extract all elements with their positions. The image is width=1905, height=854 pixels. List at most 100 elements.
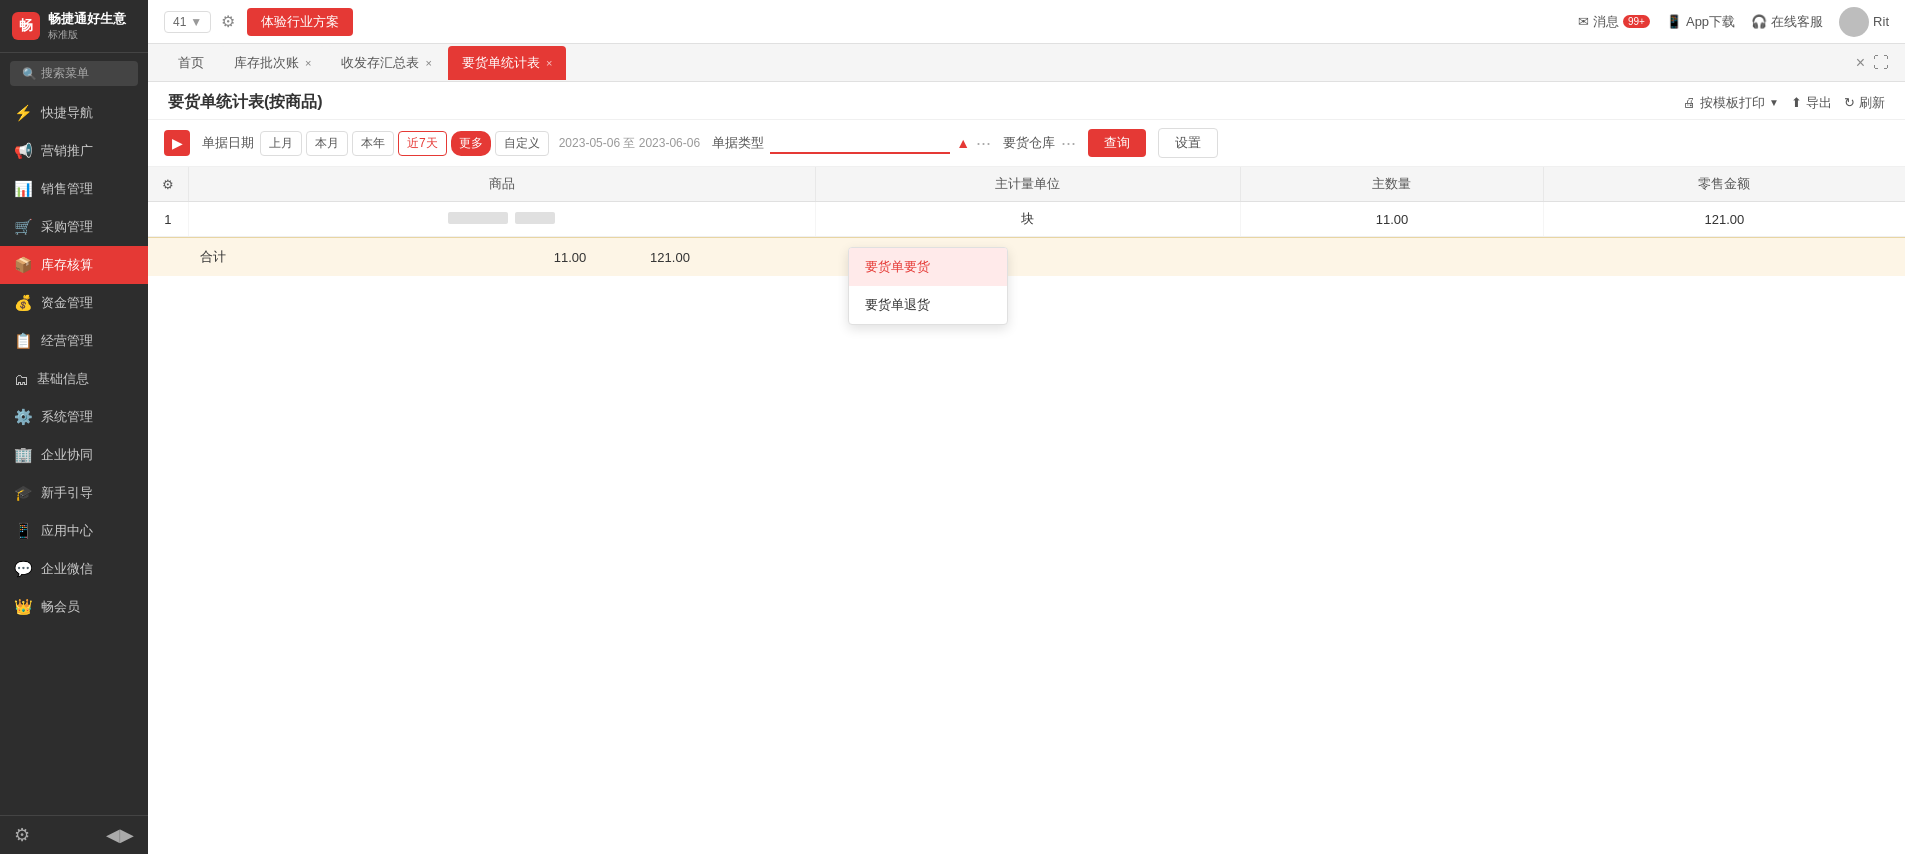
sidebar-item-app[interactable]: 📱 应用中心 xyxy=(0,512,148,550)
message-icon: ✉ xyxy=(1578,14,1589,29)
message-button[interactable]: ✉ 消息 99+ xyxy=(1578,13,1650,31)
filter-settings-button[interactable]: 设置 xyxy=(1158,128,1218,158)
sidebar-item-system[interactable]: ⚙️ 系统管理 xyxy=(0,398,148,436)
tab-close-all-icon[interactable]: × xyxy=(1856,54,1865,72)
export-icon: ⬆ xyxy=(1791,95,1802,110)
filter-date-7days[interactable]: 近7天 xyxy=(398,131,447,156)
page-content: 要货单统计表(按商品) 🖨 按模板打印 ▼ ⬆ 导出 ↻ 刷新 xyxy=(148,82,1905,854)
purchase-icon: 🛒 xyxy=(14,218,33,236)
wechat-icon: 💬 xyxy=(14,560,33,578)
refresh-button[interactable]: ↻ 刷新 xyxy=(1844,94,1885,112)
filter-quick-buttons: 上月 本月 本年 近7天 更多 自定义 xyxy=(260,131,549,156)
sidebar-item-wechat[interactable]: 💬 企业微信 xyxy=(0,550,148,588)
sidebar-item-purchase[interactable]: 🛒 采购管理 xyxy=(0,208,148,246)
page-title: 要货单统计表(按商品) xyxy=(168,92,323,113)
message-badge: 99+ xyxy=(1623,15,1650,28)
sidebar-nav: ⚡ 快捷导航 📢 营销推广 📊 销售管理 🛒 采购管理 📦 库存核算 💰 资金管… xyxy=(0,94,148,815)
filter-bar: ▶ 单据日期 上月 本月 本年 近7天 更多 自定义 2023-05-06 至 … xyxy=(148,119,1905,167)
tab-close-icon[interactable]: × xyxy=(305,57,311,69)
print-button[interactable]: 🖨 按模板打印 ▼ xyxy=(1683,94,1779,112)
sidebar-logo: 畅 xyxy=(12,12,40,40)
tabs-bar: 首页 库存批次账 × 收发存汇总表 × 要货单统计表 × × ⛶ xyxy=(148,44,1905,82)
tab-close-icon[interactable]: × xyxy=(546,57,552,69)
phone-icon: 📱 xyxy=(1666,14,1682,29)
dropdown-item-return[interactable]: 要货单退货 xyxy=(849,286,1007,324)
settings-icon[interactable]: ⚙ xyxy=(14,824,30,846)
sidebar-item-sales[interactable]: 📊 销售管理 xyxy=(0,170,148,208)
export-label: 导出 xyxy=(1806,94,1832,112)
search-icon: 🔍 xyxy=(22,67,37,81)
filter-warehouse-more[interactable]: ··· xyxy=(1061,133,1076,154)
sidebar-item-label: 基础信息 xyxy=(37,370,89,388)
filter-more-button[interactable]: ··· xyxy=(976,133,991,154)
sidebar-item-enterprise[interactable]: 🏢 企业协同 xyxy=(0,436,148,474)
enterprise-icon: 🏢 xyxy=(14,446,33,464)
filter-type-arrow-up[interactable]: ▲ xyxy=(956,135,970,151)
td-amount: 121.00 xyxy=(1543,202,1905,237)
sidebar-item-label: 系统管理 xyxy=(41,408,93,426)
service-button[interactable]: 🎧 在线客服 xyxy=(1751,13,1823,31)
th-unit: 主计量单位 xyxy=(815,167,1241,202)
filter-date-more[interactable]: 更多 xyxy=(451,131,491,156)
filter-type-label: 单据类型 xyxy=(712,134,764,152)
filter-expand-button[interactable]: ▶ xyxy=(164,130,190,156)
guide-icon: 🎓 xyxy=(14,484,33,502)
topbar-right: ✉ 消息 99+ 📱 App下载 🎧 在线客服 Rit xyxy=(1578,7,1889,37)
sidebar-footer: ⚙ ◀▶ xyxy=(0,815,148,854)
sidebar-item-label: 经营管理 xyxy=(41,332,93,350)
tab-receive-summary[interactable]: 收发存汇总表 × xyxy=(327,46,445,80)
maximize-icon[interactable]: ⛶ xyxy=(1873,54,1889,72)
filter-date-custom[interactable]: 自定义 xyxy=(495,131,549,156)
topbar-settings-icon[interactable]: ⚙ xyxy=(221,12,235,31)
message-label: 消息 xyxy=(1593,13,1619,31)
sidebar-item-marketing[interactable]: 📢 营销推广 xyxy=(0,132,148,170)
filter-date-month[interactable]: 本月 xyxy=(306,131,348,156)
sidebar-item-inventory[interactable]: 📦 库存核算 xyxy=(0,246,148,284)
sidebar-item-label: 资金管理 xyxy=(41,294,93,312)
refresh-label: 刷新 xyxy=(1859,94,1885,112)
sidebar-item-label: 库存核算 xyxy=(41,256,93,274)
sidebar-item-basic[interactable]: 🗂 基础信息 xyxy=(0,360,148,398)
tab-current[interactable]: 要货单统计表 × xyxy=(448,46,566,80)
sidebar-search-label: 搜索菜单 xyxy=(41,65,89,82)
footer-amount: 121.00 xyxy=(620,250,720,265)
sidebar-item-finance[interactable]: 💰 资金管理 xyxy=(0,284,148,322)
sidebar-item-shortcut[interactable]: ⚡ 快捷导航 xyxy=(0,94,148,132)
page-actions: 🖨 按模板打印 ▼ ⬆ 导出 ↻ 刷新 xyxy=(1683,94,1885,112)
tab-home[interactable]: 首页 xyxy=(164,46,218,80)
dropdown-item-order[interactable]: 要货单要货 xyxy=(849,248,1007,286)
filter-type-input[interactable] xyxy=(770,133,950,154)
filter-date-range: 2023-05-06 至 2023-06-06 xyxy=(559,135,700,152)
app-download-button[interactable]: 📱 App下载 xyxy=(1666,13,1735,31)
app-label: App下载 xyxy=(1686,13,1735,31)
export-button[interactable]: ⬆ 导出 xyxy=(1791,94,1832,112)
sidebar-search[interactable]: 🔍 搜索菜单 xyxy=(10,61,138,86)
goods-blurred2 xyxy=(515,212,555,224)
user-label: Rit xyxy=(1873,14,1889,29)
filter-date-year[interactable]: 本年 xyxy=(352,131,394,156)
filter-date-up[interactable]: 上月 xyxy=(260,131,302,156)
sidebar-item-guide[interactable]: 🎓 新手引导 xyxy=(0,474,148,512)
sidebar-item-operation[interactable]: 📋 经营管理 xyxy=(0,322,148,360)
tab-home-label: 首页 xyxy=(178,54,204,72)
td-goods xyxy=(188,202,815,237)
topbar-dropdown[interactable]: 41 ▼ xyxy=(164,11,211,33)
th-settings[interactable]: ⚙ xyxy=(148,167,188,202)
footer-label: 合计 xyxy=(200,248,400,266)
collapse-icon[interactable]: ◀▶ xyxy=(106,824,134,846)
td-quantity: 11.00 xyxy=(1241,202,1544,237)
tab-receive-summary-label: 收发存汇总表 xyxy=(341,54,419,72)
app-icon: 📱 xyxy=(14,522,33,540)
tab-inventory-batch[interactable]: 库存批次账 × xyxy=(220,46,325,80)
main-wrapper: 41 ▼ ⚙ 体验行业方案 ✉ 消息 99+ 📱 App下载 🎧 在线客服 R xyxy=(148,0,1905,854)
th-amount: 零售金额 xyxy=(1543,167,1905,202)
sidebar-item-label: 畅会员 xyxy=(41,598,80,616)
tab-close-icon[interactable]: × xyxy=(425,57,431,69)
footer-quantity: 11.00 xyxy=(520,250,620,265)
goods-blurred xyxy=(448,212,508,224)
user-menu[interactable]: Rit xyxy=(1839,7,1889,37)
filter-search-button[interactable]: 查询 xyxy=(1088,129,1146,157)
trial-button[interactable]: 体验行业方案 xyxy=(247,8,353,36)
chevron-down-icon: ▼ xyxy=(190,15,202,29)
sidebar-item-member[interactable]: 👑 畅会员 xyxy=(0,588,148,626)
